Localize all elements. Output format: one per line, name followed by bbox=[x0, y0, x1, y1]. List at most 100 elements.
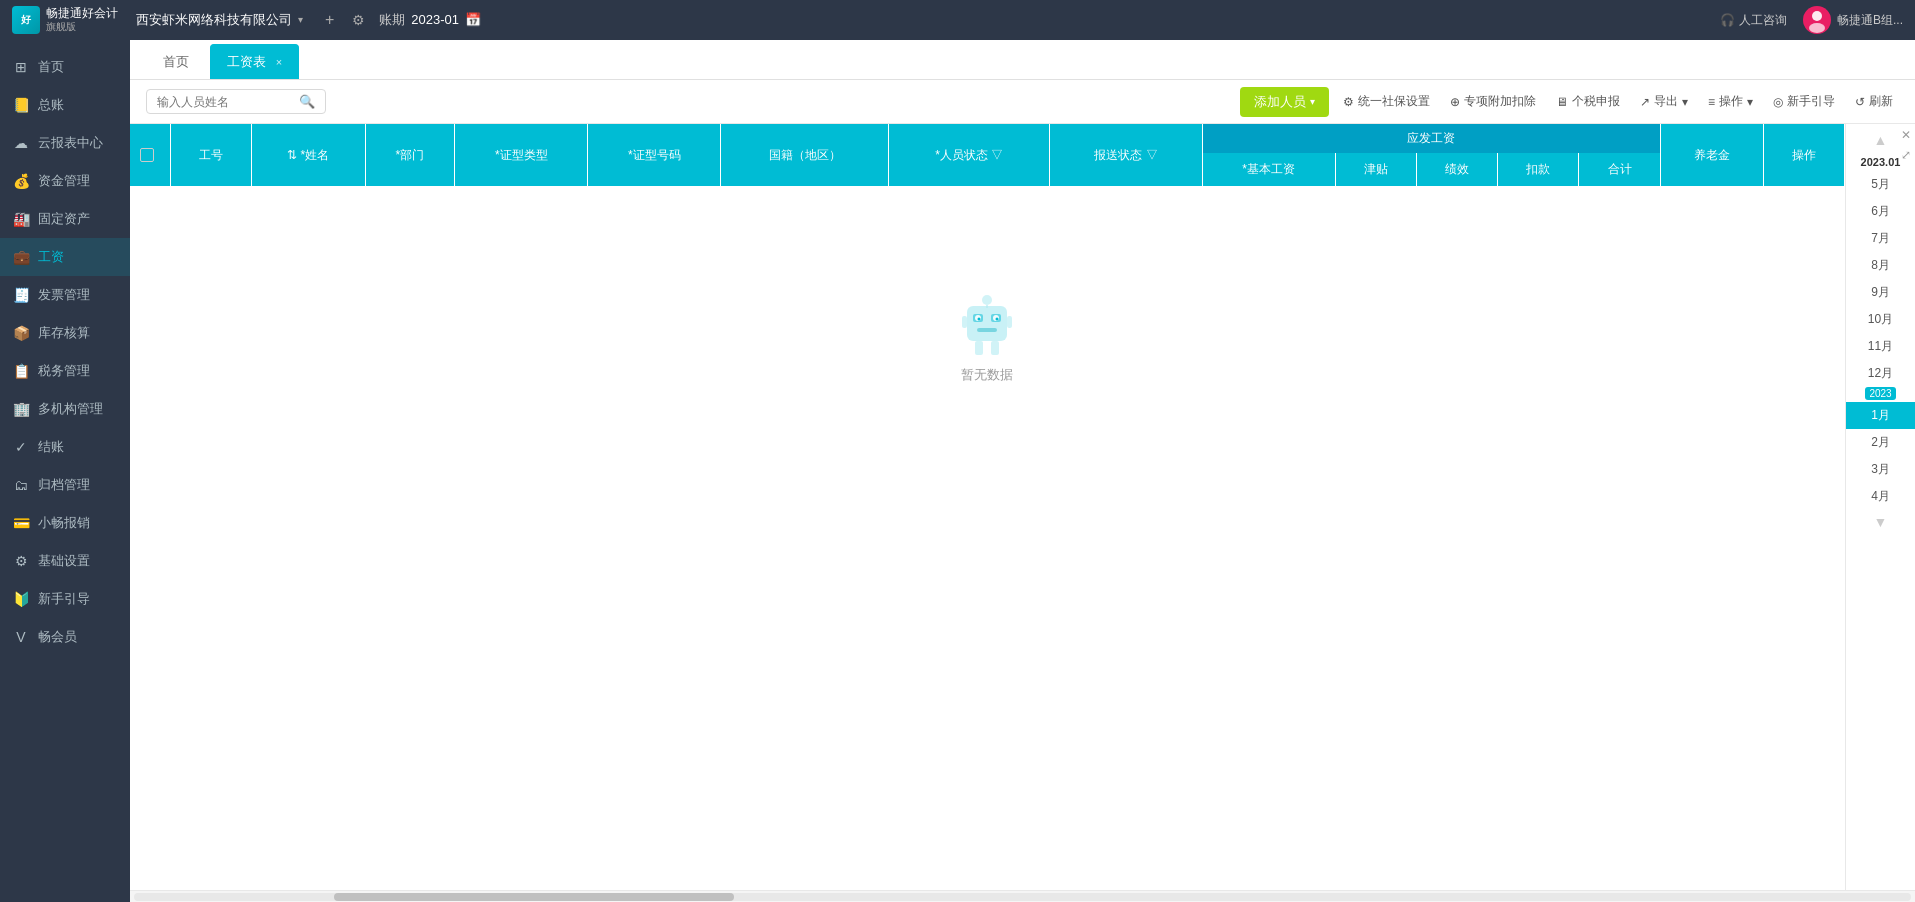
social-security-label: 统一社保设置 bbox=[1358, 93, 1430, 110]
th-deduction: 扣款 bbox=[1498, 153, 1579, 186]
special-deduction-button[interactable]: ⊕ 专项附加扣除 bbox=[1444, 89, 1542, 114]
month-item-6[interactable]: 6月 bbox=[1846, 198, 1915, 225]
top-bar-left: 好 畅捷通好会计 旗舰版 西安虾米网络科技有限公司 ▾ + ⚙ 账期 2023-… bbox=[12, 6, 481, 34]
logo-subtitle: 旗舰版 bbox=[46, 20, 118, 34]
customer-service-button[interactable]: 🎧 人工咨询 bbox=[1720, 12, 1787, 29]
sidebar-item-salary[interactable]: 💼 工资 bbox=[0, 238, 130, 276]
scrollbar-thumb[interactable] bbox=[334, 893, 734, 901]
sidebar-item-settings[interactable]: ⚙ 基础设置 bbox=[0, 542, 130, 580]
user-profile-button[interactable]: 畅捷通B组... bbox=[1803, 6, 1903, 34]
personal-tax-label: 个税申报 bbox=[1572, 93, 1620, 110]
horizontal-scrollbar[interactable] bbox=[130, 890, 1915, 902]
search-wrapper[interactable]: 🔍 bbox=[146, 89, 326, 114]
social-security-icon: ⚙ bbox=[1343, 95, 1354, 109]
th-report-status: 报送状态 ▽ bbox=[1050, 124, 1202, 186]
sidebar: ⊞ 首页 📒 总账 ☁ 云报表中心 💰 资金管理 🏭 固定资产 💼 工资 bbox=[0, 40, 130, 902]
settings-icon[interactable]: ⚙ bbox=[348, 8, 369, 32]
sidebar-item-tax[interactable]: 📋 税务管理 bbox=[0, 352, 130, 390]
sidebar-item-home[interactable]: ⊞ 首页 bbox=[0, 48, 130, 86]
logo-area: 好 畅捷通好会计 旗舰版 bbox=[12, 6, 118, 34]
svg-rect-9 bbox=[991, 341, 999, 355]
svg-rect-8 bbox=[975, 341, 983, 355]
report-filter-icon[interactable]: ▽ bbox=[1146, 148, 1158, 162]
sidebar-item-multi-org[interactable]: 🏢 多机构管理 bbox=[0, 390, 130, 428]
month-item-11[interactable]: 11月 bbox=[1846, 333, 1915, 360]
right-panel: ▲ 2023.01 5月 6月 7月 8月 9月 10月 11月 12月 202… bbox=[1845, 124, 1915, 890]
add-person-button[interactable]: 添加人员 ▾ bbox=[1240, 87, 1329, 117]
company-selector[interactable]: 西安虾米网络科技有限公司 ▾ bbox=[128, 7, 311, 33]
th-basic-wage: *基本工资 bbox=[1202, 153, 1335, 186]
top-bar: 好 畅捷通好会计 旗舰版 西安虾米网络科技有限公司 ▾ + ⚙ 账期 2023-… bbox=[0, 0, 1915, 40]
sidebar-item-ledger[interactable]: 📒 总账 bbox=[0, 86, 130, 124]
tab-close-icon[interactable]: × bbox=[276, 56, 282, 68]
month-item-2[interactable]: 2月 bbox=[1846, 429, 1915, 456]
personal-tax-button[interactable]: 🖥 个税申报 bbox=[1550, 89, 1626, 114]
search-icon[interactable]: 🔍 bbox=[299, 94, 315, 109]
sidebar-item-archive[interactable]: 🗂 归档管理 bbox=[0, 466, 130, 504]
refresh-button[interactable]: ↺ 刷新 bbox=[1849, 89, 1899, 114]
month-item-3[interactable]: 3月 bbox=[1846, 456, 1915, 483]
operations-label: 操作 bbox=[1719, 93, 1743, 110]
sidebar-item-inventory[interactable]: 📦 库存核算 bbox=[0, 314, 130, 352]
month-item-12[interactable]: 12月 bbox=[1846, 360, 1915, 387]
th-total: 合计 bbox=[1579, 153, 1660, 186]
company-name: 西安虾米网络科技有限公司 bbox=[136, 11, 292, 29]
sidebar-item-expense[interactable]: 💳 小畅报销 bbox=[0, 504, 130, 542]
guide-button[interactable]: ◎ 新手引导 bbox=[1767, 89, 1841, 114]
sidebar-item-cloud-report[interactable]: ☁ 云报表中心 bbox=[0, 124, 130, 162]
tab-home[interactable]: 首页 bbox=[146, 44, 206, 79]
empty-icon bbox=[947, 286, 1027, 366]
social-security-button[interactable]: ⚙ 统一社保设置 bbox=[1337, 89, 1436, 114]
sidebar-label: 首页 bbox=[38, 58, 64, 76]
nav-up-arrow[interactable]: ▲ bbox=[1870, 128, 1892, 152]
logo-title: 畅捷通好会计 bbox=[46, 6, 118, 20]
cloud-icon: ☁ bbox=[12, 135, 30, 151]
th-wage-group: 应发工资 bbox=[1202, 124, 1660, 153]
operations-icon: ≡ bbox=[1708, 95, 1715, 109]
filter-icon[interactable]: ▽ bbox=[991, 148, 1003, 162]
month-item-1-active[interactable]: 1月 bbox=[1846, 402, 1915, 429]
service-label: 人工咨询 bbox=[1739, 12, 1787, 29]
add-company-button[interactable]: + bbox=[321, 7, 338, 33]
sidebar-label: 资金管理 bbox=[38, 172, 90, 190]
month-item-4[interactable]: 4月 bbox=[1846, 483, 1915, 510]
th-name: ⇅ *姓名 bbox=[251, 124, 365, 186]
sidebar-label: 税务管理 bbox=[38, 362, 90, 380]
content-area: 首页 工资表 × 🔍 添加人员 ▾ bbox=[130, 40, 1915, 902]
svg-point-1 bbox=[1809, 23, 1825, 33]
select-all-checkbox[interactable] bbox=[140, 148, 154, 162]
operations-button[interactable]: ≡ 操作 ▾ bbox=[1702, 89, 1759, 114]
ledger-icon: 📒 bbox=[12, 97, 30, 113]
sidebar-item-invoice[interactable]: 🧾 发票管理 bbox=[0, 276, 130, 314]
year-badge: 2023 bbox=[1865, 387, 1895, 400]
dropdown-arrow-icon: ▾ bbox=[1310, 96, 1315, 107]
special-deduction-icon: ⊕ bbox=[1450, 95, 1460, 109]
month-item-9[interactable]: 9月 bbox=[1846, 279, 1915, 306]
settings-menu-icon: ⚙ bbox=[12, 553, 30, 569]
export-arrow-icon: ▾ bbox=[1682, 95, 1688, 109]
month-item-8[interactable]: 8月 bbox=[1846, 252, 1915, 279]
month-item-10[interactable]: 10月 bbox=[1846, 306, 1915, 333]
operations-arrow-icon: ▾ bbox=[1747, 95, 1753, 109]
sidebar-item-vip[interactable]: V 畅会员 bbox=[0, 618, 130, 656]
sidebar-item-fund[interactable]: 💰 资金管理 bbox=[0, 162, 130, 200]
personal-tax-icon: 🖥 bbox=[1556, 95, 1568, 109]
sidebar-item-close[interactable]: ✓ 结账 bbox=[0, 428, 130, 466]
export-button[interactable]: ↗ 导出 ▾ bbox=[1634, 89, 1694, 114]
vip-icon: V bbox=[12, 629, 30, 645]
calendar-icon[interactable]: 📅 bbox=[465, 12, 481, 27]
tax-icon: 📋 bbox=[12, 363, 30, 379]
sidebar-label: 云报表中心 bbox=[38, 134, 103, 152]
empty-row: 暂无数据 bbox=[130, 186, 1845, 484]
month-item-7[interactable]: 7月 bbox=[1846, 225, 1915, 252]
nav-down-arrow[interactable]: ▼ bbox=[1870, 510, 1892, 534]
search-input[interactable] bbox=[157, 95, 293, 109]
expand-panel-button[interactable]: ⤢ bbox=[1901, 148, 1911, 162]
tab-salary-table[interactable]: 工资表 × bbox=[210, 44, 299, 79]
svg-rect-2 bbox=[967, 306, 1007, 341]
period-display: 2023.01 bbox=[1861, 156, 1901, 168]
sidebar-item-fixed-assets[interactable]: 🏭 固定资产 bbox=[0, 200, 130, 238]
month-item-5[interactable]: 5月 bbox=[1846, 171, 1915, 198]
close-panel-button[interactable]: ✕ bbox=[1901, 128, 1911, 142]
sidebar-item-guide[interactable]: 🔰 新手引导 bbox=[0, 580, 130, 618]
